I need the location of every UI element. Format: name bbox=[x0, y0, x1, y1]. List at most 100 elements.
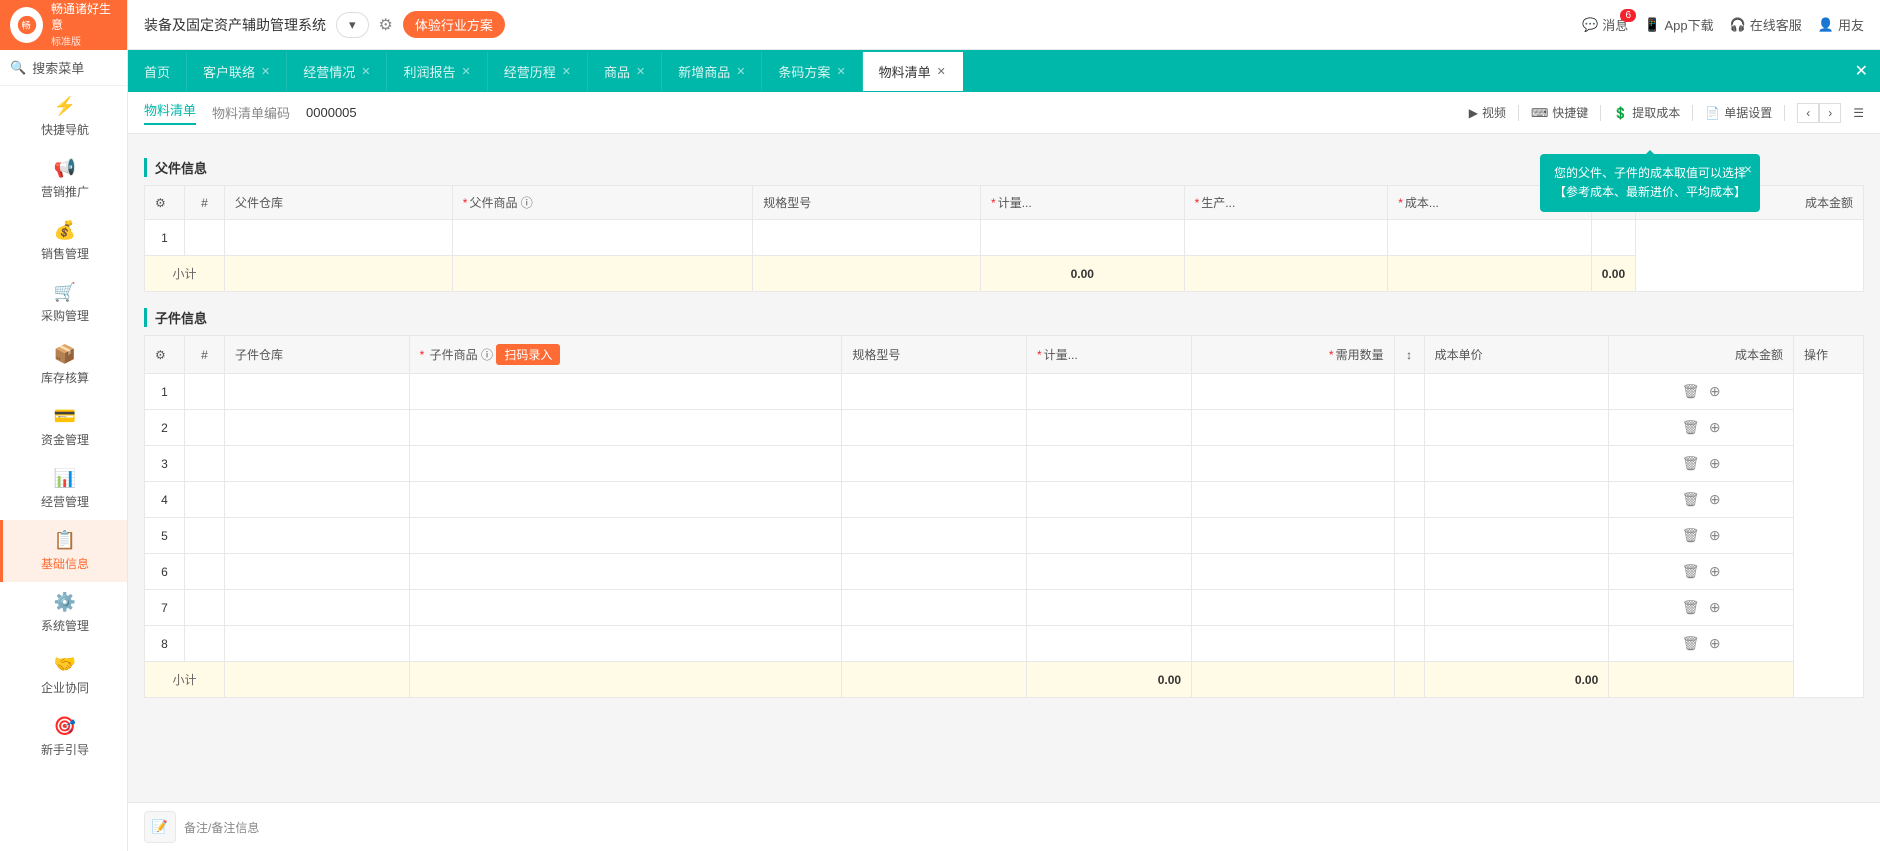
tab-history-close[interactable]: ✕ bbox=[562, 65, 571, 78]
child-row-4-goods[interactable] bbox=[225, 482, 410, 518]
scan-btn[interactable]: 扫码录入 bbox=[496, 344, 560, 365]
child-row-1-unit[interactable] bbox=[842, 374, 1027, 410]
child-row-5-warehouse[interactable] bbox=[185, 518, 225, 554]
tab-goods-close[interactable]: ✕ bbox=[636, 65, 645, 78]
tooltip-close-btn[interactable]: × bbox=[1744, 158, 1752, 180]
child-row-8-unit[interactable] bbox=[842, 626, 1027, 662]
copy-icon-6[interactable]: ⊕ bbox=[1709, 563, 1721, 579]
tab-customer-close[interactable]: ✕ bbox=[261, 65, 270, 78]
child-row-2-warehouse[interactable] bbox=[185, 410, 225, 446]
child-row-1-unit-price[interactable] bbox=[1394, 374, 1424, 410]
child-row-6-unit[interactable] bbox=[842, 554, 1027, 590]
view-btn[interactable]: ▶ 视频 bbox=[1469, 104, 1506, 121]
parent-row-1-unit[interactable] bbox=[753, 220, 981, 256]
tab-operations[interactable]: 经营情况 ✕ bbox=[287, 52, 387, 91]
copy-icon-3[interactable]: ⊕ bbox=[1709, 455, 1721, 471]
child-row-8-qty[interactable] bbox=[1027, 626, 1192, 662]
child-row-4-unit[interactable] bbox=[842, 482, 1027, 518]
tab-home[interactable]: 首页 bbox=[128, 52, 187, 91]
child-row-5-unit-price[interactable] bbox=[1394, 518, 1424, 554]
tab-new-goods[interactable]: 新增商品 ✕ bbox=[662, 52, 762, 91]
child-row-5-unit[interactable] bbox=[842, 518, 1027, 554]
delete-icon-7[interactable]: 🗑 bbox=[1682, 599, 1700, 615]
parent-row-1-production[interactable] bbox=[981, 220, 1185, 256]
extract-cost-btn[interactable]: 💲 提取成本 bbox=[1613, 104, 1680, 121]
child-row-5-goods[interactable] bbox=[225, 518, 410, 554]
delete-icon-2[interactable]: 🗑 bbox=[1682, 419, 1700, 435]
child-row-8-unit-price[interactable] bbox=[1394, 626, 1424, 662]
next-btn[interactable]: › bbox=[1819, 103, 1841, 123]
sidebar-item-quick-nav[interactable]: ⚡ 快捷导航 bbox=[0, 86, 127, 148]
user-menu[interactable]: 👤 用友 bbox=[1818, 15, 1864, 34]
copy-icon-5[interactable]: ⊕ bbox=[1709, 527, 1721, 543]
parent-row-1-cost[interactable] bbox=[1184, 220, 1388, 256]
child-row-4-warehouse[interactable] bbox=[185, 482, 225, 518]
child-row-3-unit[interactable] bbox=[842, 446, 1027, 482]
child-row-7-goods[interactable] bbox=[225, 590, 410, 626]
toolbar-tab-bom[interactable]: 物料清单 bbox=[144, 100, 196, 125]
child-row-1-qty[interactable] bbox=[1027, 374, 1192, 410]
tab-barcode[interactable]: 条码方案 ✕ bbox=[762, 52, 862, 91]
tab-new-goods-close[interactable]: ✕ bbox=[736, 65, 745, 78]
child-row-5-spec[interactable] bbox=[409, 518, 842, 554]
child-row-7-qty[interactable] bbox=[1027, 590, 1192, 626]
delete-icon-8[interactable]: 🗑 bbox=[1682, 635, 1700, 651]
message-btn[interactable]: 💬 消息 6 bbox=[1582, 15, 1628, 34]
tab-profit-close[interactable]: ✕ bbox=[462, 65, 471, 78]
child-row-6-spec[interactable] bbox=[409, 554, 842, 590]
child-row-4-spec[interactable] bbox=[409, 482, 842, 518]
child-row-7-warehouse[interactable] bbox=[185, 590, 225, 626]
child-row-2-unit-price[interactable] bbox=[1394, 410, 1424, 446]
sidebar-item-operations[interactable]: 📊 经营管理 bbox=[0, 458, 127, 520]
child-row-6-unit-price[interactable] bbox=[1394, 554, 1424, 590]
sidebar-item-guide[interactable]: 🎯 新手引导 bbox=[0, 706, 127, 768]
sidebar-item-search[interactable]: 🔍 搜索菜单 bbox=[0, 50, 127, 86]
tab-bom-close[interactable]: ✕ bbox=[937, 65, 946, 78]
child-row-3-spec[interactable] bbox=[409, 446, 842, 482]
tab-bom[interactable]: 物料清单 ✕ bbox=[863, 52, 963, 91]
sidebar-item-basic-info[interactable]: 📋 基础信息 bbox=[0, 520, 127, 582]
child-row-5-qty[interactable] bbox=[1027, 518, 1192, 554]
tab-customer[interactable]: 客户联络 ✕ bbox=[187, 52, 287, 91]
child-row-3-qty[interactable] bbox=[1027, 446, 1192, 482]
child-row-1-warehouse[interactable] bbox=[185, 374, 225, 410]
child-row-8-spec[interactable] bbox=[409, 626, 842, 662]
app-download-btn[interactable]: 📱 App下载 bbox=[1644, 15, 1713, 34]
th-child-settings[interactable]: ⚙ bbox=[145, 336, 185, 374]
tab-barcode-close[interactable]: ✕ bbox=[836, 65, 845, 78]
sidebar-item-enterprise[interactable]: 🤝 企业协同 bbox=[0, 644, 127, 706]
copy-icon-1[interactable]: ⊕ bbox=[1709, 383, 1721, 399]
delete-icon-1[interactable]: 🗑 bbox=[1682, 383, 1700, 399]
dropdown-btn[interactable]: ▾ bbox=[336, 12, 369, 38]
child-row-1-spec[interactable] bbox=[409, 374, 842, 410]
child-row-7-unit[interactable] bbox=[842, 590, 1027, 626]
online-service-btn[interactable]: 🎧 在线客服 bbox=[1730, 15, 1802, 34]
delete-icon-4[interactable]: 🗑 bbox=[1682, 491, 1700, 507]
sidebar-item-inventory[interactable]: 📦 库存核算 bbox=[0, 334, 127, 396]
sidebar-item-sales[interactable]: 💰 销售管理 bbox=[0, 210, 127, 272]
tab-history[interactable]: 经营历程 ✕ bbox=[488, 52, 588, 91]
parent-row-1-spec[interactable] bbox=[452, 220, 752, 256]
child-row-2-qty[interactable] bbox=[1027, 410, 1192, 446]
child-row-6-qty[interactable] bbox=[1027, 554, 1192, 590]
child-row-1-goods[interactable] bbox=[225, 374, 410, 410]
child-row-8-warehouse[interactable] bbox=[185, 626, 225, 662]
sidebar-item-purchase[interactable]: 🛒 采购管理 bbox=[0, 272, 127, 334]
sidebar-item-finance[interactable]: 💳 资金管理 bbox=[0, 396, 127, 458]
child-row-8-goods[interactable] bbox=[225, 626, 410, 662]
prev-btn[interactable]: ‹ bbox=[1797, 103, 1819, 123]
th-parent-settings[interactable]: ⚙ bbox=[145, 186, 185, 220]
parent-row-1-goods[interactable] bbox=[225, 220, 453, 256]
experience-btn[interactable]: 体验行业方案 bbox=[403, 11, 505, 38]
child-row-4-unit-price[interactable] bbox=[1394, 482, 1424, 518]
nav-close-all[interactable]: ✕ bbox=[1843, 61, 1880, 81]
child-row-2-unit[interactable] bbox=[842, 410, 1027, 446]
child-row-7-unit-price[interactable] bbox=[1394, 590, 1424, 626]
child-row-7-spec[interactable] bbox=[409, 590, 842, 626]
delete-icon-5[interactable]: 🗑 bbox=[1682, 527, 1700, 543]
copy-icon-7[interactable]: ⊕ bbox=[1709, 599, 1721, 615]
child-row-6-warehouse[interactable] bbox=[185, 554, 225, 590]
shortcut-btn[interactable]: ⌨ 快捷键 bbox=[1531, 104, 1588, 121]
child-row-2-spec[interactable] bbox=[409, 410, 842, 446]
child-row-4-qty[interactable] bbox=[1027, 482, 1192, 518]
